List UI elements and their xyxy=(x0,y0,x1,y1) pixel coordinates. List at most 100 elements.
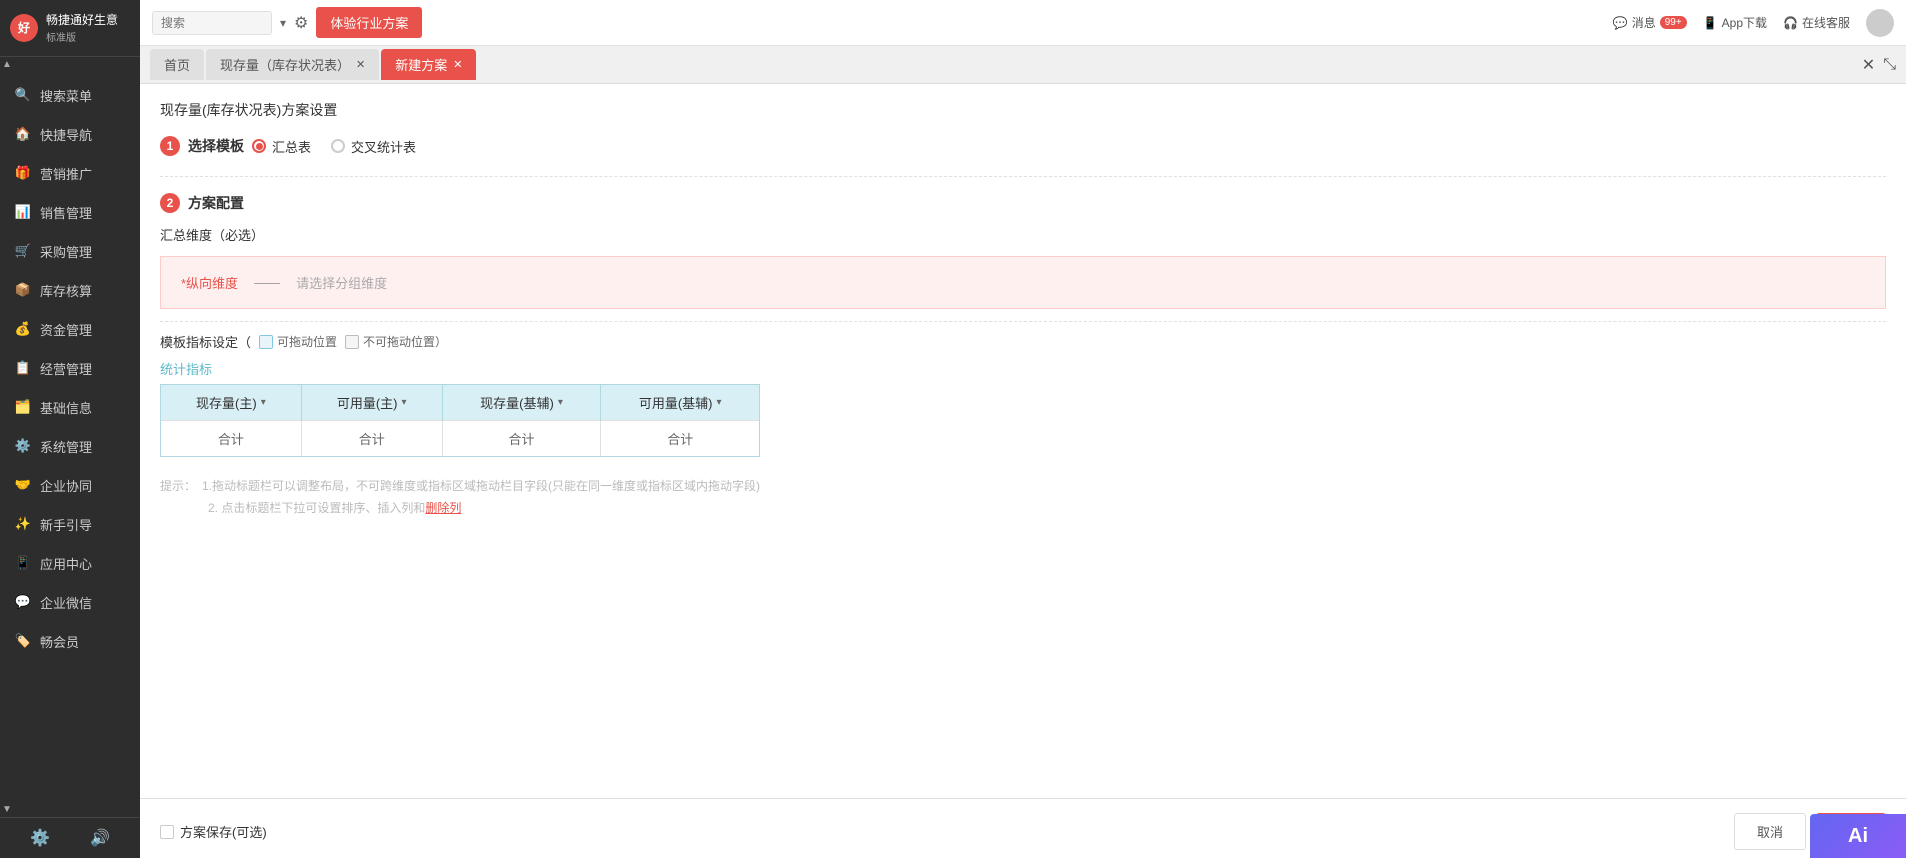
save-option[interactable]: 方案保存(可选) xyxy=(160,822,267,841)
sidebar-item-inventory[interactable]: 📦 库存核算 xyxy=(0,271,140,310)
save-checkbox[interactable] xyxy=(160,825,174,839)
col-header-0[interactable]: 现存量(主) ▾ xyxy=(161,385,301,421)
step1-header: 1 选择模板 汇总表 交叉统计表 xyxy=(160,136,1886,156)
cancel-button[interactable]: 取消 xyxy=(1734,813,1806,850)
sidebar-logo: 好 畅捷通好生意 标准版 xyxy=(0,0,140,57)
window-controls: ✕ ⤡ xyxy=(1862,55,1896,75)
sidebar-scroll-up[interactable]: ▲ xyxy=(0,57,140,72)
sidebar-scroll-down[interactable]: ▼ xyxy=(0,802,140,817)
step1-badge: 1 xyxy=(160,136,180,156)
tab-home[interactable]: 首页 xyxy=(150,49,204,80)
topbar-right: 💬 消息 99+ 📱 App下载 🎧 在线客服 xyxy=(1613,9,1894,37)
radio-dot-crosstab xyxy=(331,139,345,153)
col0-chevron: ▾ xyxy=(261,397,266,408)
phone-icon: 📱 xyxy=(14,554,32,572)
non-draggable-label: 不可拖动位置） xyxy=(363,333,447,350)
dimension-row[interactable]: *纵向维度 —— 请选择分组维度 xyxy=(160,256,1886,309)
message-label: 消息 xyxy=(1632,14,1656,31)
sidebar-label-search: 搜索菜单 xyxy=(40,86,92,105)
trial-plan-button[interactable]: 体验行业方案 xyxy=(316,7,422,38)
folder-icon: 🗂️ xyxy=(14,398,32,416)
dim-placeholder: 请选择分组维度 xyxy=(296,273,387,292)
app-logo-icon: 好 xyxy=(10,14,38,42)
stat-table-wrapper: 现存量(主) ▾ 可用量(主) ▾ xyxy=(160,384,760,457)
radio-crosstab[interactable]: 交叉统计表 xyxy=(331,137,416,156)
cell-0-0: 合计 xyxy=(161,421,301,457)
money-icon: 💰 xyxy=(14,320,32,338)
topbar-dropdown-button[interactable]: ▾ xyxy=(280,16,286,30)
content-inner: 现存量(库存状况表)方案设置 1 选择模板 汇总表 交叉统计表 xyxy=(140,84,1906,798)
ai-badge[interactable]: Ai xyxy=(1810,814,1906,858)
chart-icon: 📊 xyxy=(14,203,32,221)
sidebar-item-marketing[interactable]: 🎁 营销推广 xyxy=(0,154,140,193)
step1-label: 选择模板 xyxy=(188,136,244,156)
tab-new-plan[interactable]: 新建方案 ✕ xyxy=(381,49,476,80)
draggable-box xyxy=(259,335,273,349)
sidebar-item-contract[interactable]: 🤝 企业协同 xyxy=(0,466,140,505)
vertical-dim-label: *纵向维度 xyxy=(181,273,238,292)
app-download-button[interactable]: 📱 App下载 xyxy=(1703,14,1767,31)
sidebar-item-search[interactable]: 🔍 搜索菜单 xyxy=(0,76,140,115)
dim-dash: —— xyxy=(254,275,280,290)
indicator-settings-label: 模板指标设定（ 可拖动位置 不可拖动位置） xyxy=(160,332,1886,351)
radio-dot-summary xyxy=(252,139,266,153)
sidebar-label-purchase: 采购管理 xyxy=(40,242,92,261)
settings-footer-button[interactable]: ⚙️ xyxy=(30,828,50,848)
user-avatar[interactable] xyxy=(1866,9,1894,37)
close-panel-button[interactable]: ✕ xyxy=(1862,55,1875,75)
tab-home-label: 首页 xyxy=(164,55,190,74)
topbar-search-input[interactable] xyxy=(152,11,272,35)
sidebar-item-wechat[interactable]: 💬 企业微信 xyxy=(0,583,140,622)
radio-crosstab-label: 交叉统计表 xyxy=(351,137,416,156)
sidebar-nav: 🔍 搜索菜单 🏠 快捷导航 🎁 营销推广 📊 销售管理 🛒 采购管理 📦 库存核… xyxy=(0,72,140,802)
radio-summary[interactable]: 汇总表 xyxy=(252,137,311,156)
tab-new-plan-label: 新建方案 xyxy=(395,55,447,74)
sidebar-item-system[interactable]: ⚙️ 系统管理 xyxy=(0,427,140,466)
topbar-settings-button[interactable]: ⚙ xyxy=(294,13,308,33)
delete-col-link[interactable]: 删除列 xyxy=(425,501,461,515)
sound-footer-button[interactable]: 🔊 xyxy=(90,828,110,848)
cell-0-2: 合计 xyxy=(442,421,601,457)
star-icon: ✨ xyxy=(14,515,32,533)
col-header-1[interactable]: 可用量(主) ▾ xyxy=(301,385,442,421)
col-header-3[interactable]: 可用量(基辅) ▾ xyxy=(601,385,759,421)
sidebar-label-finance: 资金管理 xyxy=(40,320,92,339)
app-version: 标准版 xyxy=(46,29,118,44)
sidebar-label-operation: 经营管理 xyxy=(40,359,92,378)
col1-chevron: ▾ xyxy=(402,397,407,408)
sidebar-label-wechat: 企业微信 xyxy=(40,593,92,612)
expand-panel-button[interactable]: ⤡ xyxy=(1883,56,1896,74)
legend-draggable: 可拖动位置 xyxy=(259,333,337,350)
sidebar-item-appcenter[interactable]: 📱 应用中心 xyxy=(0,544,140,583)
sidebar-item-basic[interactable]: 🗂️ 基础信息 xyxy=(0,388,140,427)
cart-icon: 🛒 xyxy=(14,242,32,260)
chat-icon: 💬 xyxy=(14,593,32,611)
sidebar-item-member[interactable]: 🏷️ 畅会员 xyxy=(0,622,140,661)
cell-0-1: 合计 xyxy=(301,421,442,457)
indicator-settings: 模板指标设定（ 可拖动位置 不可拖动位置） 统计指标 xyxy=(160,321,1886,460)
message-button[interactable]: 💬 消息 99+ xyxy=(1613,14,1687,31)
topbar: ▾ ⚙ 体验行业方案 💬 消息 99+ 📱 App下载 🎧 在线客服 xyxy=(140,0,1906,46)
stat-table: 现存量(主) ▾ 可用量(主) ▾ xyxy=(161,385,759,456)
sidebar-item-purchase[interactable]: 🛒 采购管理 xyxy=(0,232,140,271)
step2-section: 2 方案配置 汇总维度（必选） *纵向维度 —— 请选择分组维度 模板指标设定（ xyxy=(160,193,1886,519)
sidebar-item-finance[interactable]: 💰 资金管理 xyxy=(0,310,140,349)
online-service-button[interactable]: 🎧 在线客服 xyxy=(1783,14,1850,31)
bottom-bar: 方案保存(可选) 取消 查询 xyxy=(140,798,1906,858)
sidebar-label-basic: 基础信息 xyxy=(40,398,92,417)
tab-new-plan-close[interactable]: ✕ xyxy=(453,58,462,71)
tab-inventory-close[interactable]: ✕ xyxy=(356,58,365,71)
tab-inventory-status[interactable]: 现存量（库存状况表） ✕ xyxy=(206,49,379,80)
app-download-label: App下载 xyxy=(1722,14,1767,31)
sidebar-item-sales[interactable]: 📊 销售管理 xyxy=(0,193,140,232)
sidebar-item-operation[interactable]: 📋 经营管理 xyxy=(0,349,140,388)
aggregate-label: 汇总维度（必选） xyxy=(160,225,1886,244)
app-name: 畅捷通好生意 xyxy=(46,12,118,29)
stats-title: 统计指标 xyxy=(160,359,1886,378)
sidebar-label-marketing: 营销推广 xyxy=(40,164,92,183)
col-header-2[interactable]: 现存量(基辅) ▾ xyxy=(442,385,601,421)
sidebar-item-quicknav[interactable]: 🏠 快捷导航 xyxy=(0,115,140,154)
col3-chevron: ▾ xyxy=(717,397,722,408)
sidebar-item-guide[interactable]: ✨ 新手引导 xyxy=(0,505,140,544)
indicator-settings-text: 模板指标设定（ xyxy=(160,332,251,351)
